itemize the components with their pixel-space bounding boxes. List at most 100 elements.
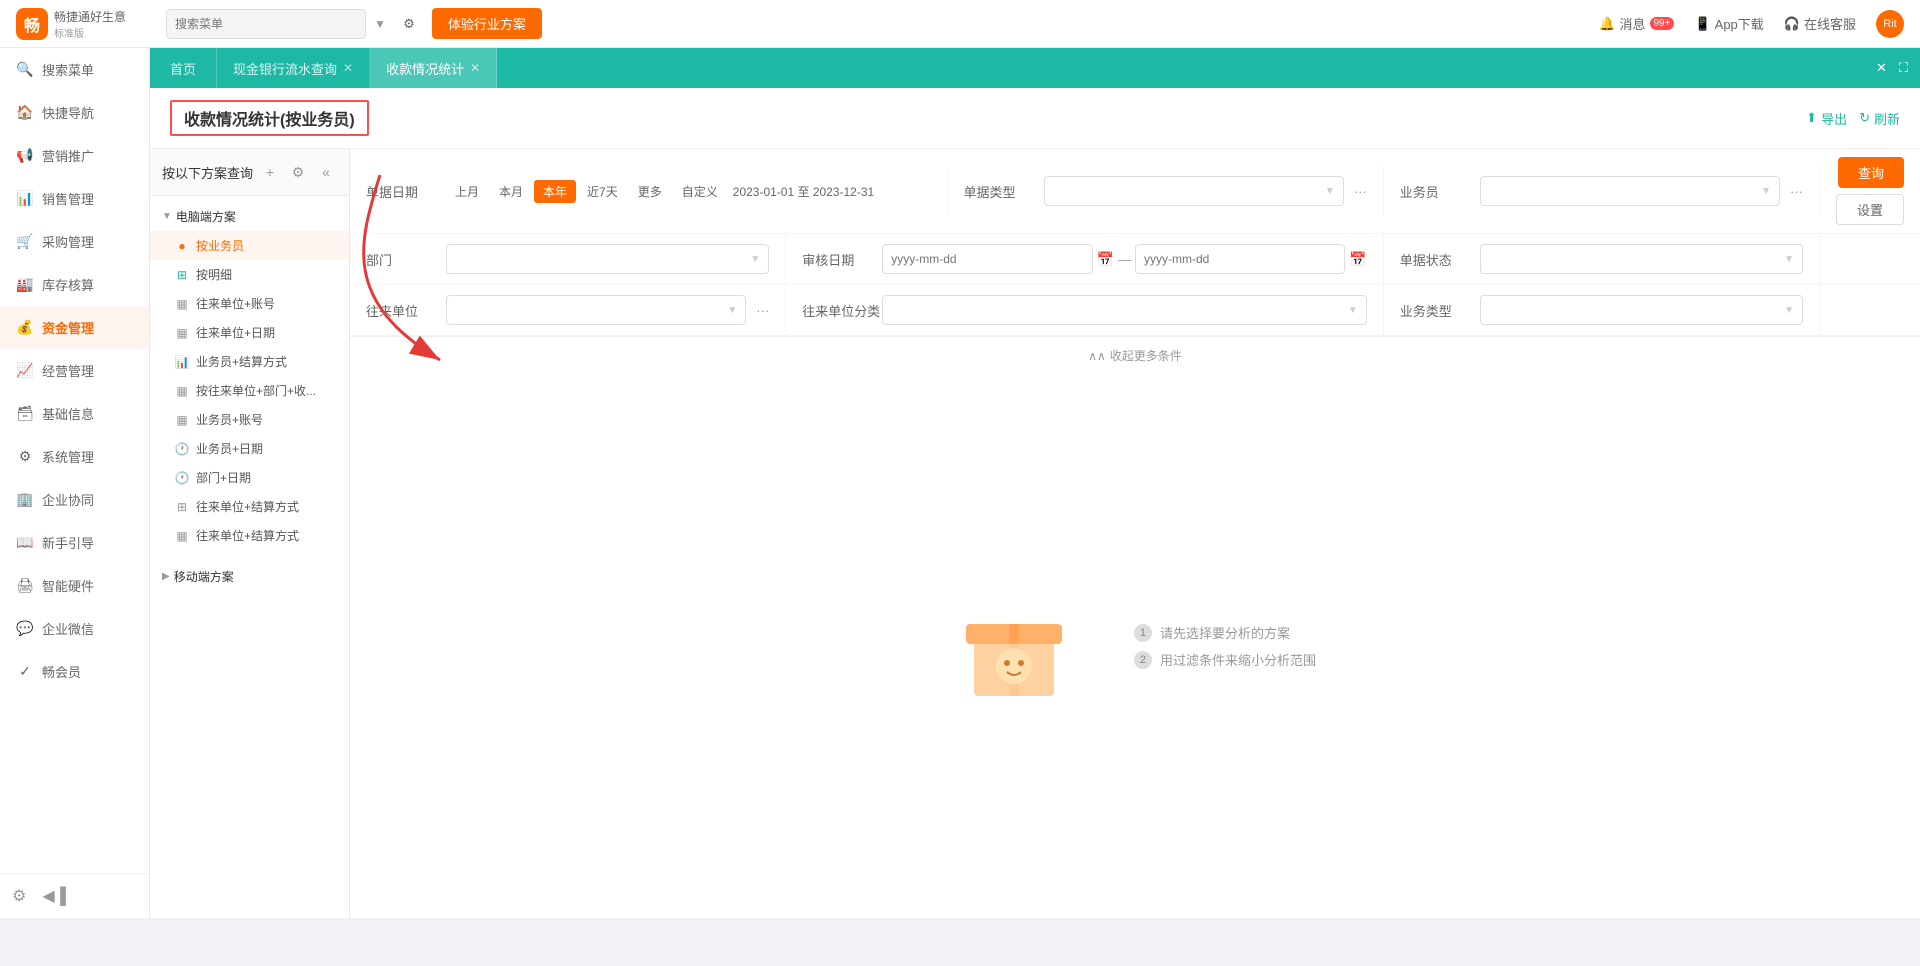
hint-item-2: 2 用过滤条件来缩小分析范围	[1134, 650, 1316, 669]
tab-close-all-icon[interactable]: ✕	[1876, 60, 1887, 76]
sidebar-sales-label: 销售管理	[42, 189, 94, 208]
doc-status-select[interactable]: ▼	[1480, 244, 1803, 274]
scheme-mobile-group-header[interactable]: ▶ 移动端方案	[150, 562, 349, 591]
tab-bank-flow-close[interactable]: ✕	[343, 61, 353, 75]
doctype-select[interactable]: ▼	[1044, 176, 1344, 206]
sidebar-item-enterprise[interactable]: 🏢 企业协同	[0, 478, 149, 521]
scheme-item-dept-date[interactable]: 🕐 部门+日期	[150, 463, 349, 492]
date-tab-7days[interactable]: 近7天	[578, 180, 627, 203]
collapse-sidebar-icon[interactable]: ◀▐	[42, 886, 66, 906]
empty-content: 1 请先选择要分析的方案 2 用过滤条件来缩小分析范围	[954, 586, 1316, 706]
scheme-pc-group-header[interactable]: ▼ 电脑端方案	[150, 202, 349, 231]
refresh-icon: ↻	[1859, 110, 1870, 126]
sidebar-basic-label: 基础信息	[42, 404, 94, 423]
sidebar-item-member[interactable]: ✓ 畅会员	[0, 650, 149, 693]
audit-date-to-input[interactable]	[1135, 244, 1345, 274]
scheme-salesman-account-label: 业务员+账号	[196, 411, 263, 428]
search-input[interactable]	[166, 9, 366, 39]
scheme-item-salesman[interactable]: ● 按业务员	[150, 231, 349, 260]
sidebar-item-operations[interactable]: 📈 经营管理	[0, 349, 149, 392]
counterpart-cat-select[interactable]: ▼	[882, 295, 1367, 325]
scheme-collapse-button[interactable]: «	[315, 161, 337, 183]
sidebar-item-quicknav[interactable]: 🏠 快捷导航	[0, 91, 149, 134]
page-actions: ⬆ 导出 ↻ 刷新	[1806, 109, 1900, 128]
mobile-group-arrow: ▶	[162, 571, 170, 582]
audit-date-from-input[interactable]	[882, 244, 1092, 274]
service-icon: 🎧	[1784, 16, 1800, 32]
scheme-item-unit-date[interactable]: ▦ 往来单位+日期	[150, 318, 349, 347]
date-tab-lastmonth[interactable]: 上月	[446, 180, 488, 203]
biz-type-value: ▼	[1480, 295, 1803, 325]
audit-date-value: 📅 — 📅	[882, 244, 1367, 274]
scheme-item-salesman-date[interactable]: 🕐 业务员+日期	[150, 434, 349, 463]
online-service-button[interactable]: 🎧 在线客服	[1784, 14, 1856, 33]
sidebar-item-sales[interactable]: 📊 销售管理	[0, 177, 149, 220]
scheme-salesman-settle-icon: 📊	[174, 354, 190, 370]
scheme-detail-label: 按明细	[196, 266, 232, 283]
date-tab-thisyear[interactable]: 本年	[534, 180, 576, 203]
scheme-item-salesman-settle[interactable]: 📊 业务员+结算方式	[150, 347, 349, 376]
filter-cell-audit-date: 审核日期 📅 — 📅	[786, 234, 1384, 284]
tab-bank-flow[interactable]: 现金银行流水查询 ✕	[217, 48, 370, 88]
scheme-settings-button[interactable]: ⚙	[287, 161, 309, 183]
sidebar-item-hardware[interactable]: 🖨 智能硬件	[0, 564, 149, 607]
biz-type-select[interactable]: ▼	[1480, 295, 1803, 325]
scheme-item-unit-settle1[interactable]: ⊞ 往来单位+结算方式	[150, 492, 349, 521]
hint-number-2: 2	[1134, 651, 1152, 669]
settings-bottom-icon[interactable]: ⚙	[12, 886, 26, 906]
sidebar-item-wechat[interactable]: 💬 企业微信	[0, 607, 149, 650]
audit-date-to-icon[interactable]: 📅	[1349, 251, 1366, 268]
query-button[interactable]: 查询	[1838, 157, 1904, 188]
operations-icon: 📈	[16, 362, 34, 380]
sidebar-item-finance[interactable]: 💰 资金管理	[0, 306, 149, 349]
scheme-item-unit-dept[interactable]: ▦ 按往来单位+部门+收...	[150, 376, 349, 405]
filter-cell-biz-type: 业务类型 ▼	[1384, 285, 1820, 335]
sidebar-item-search[interactable]: 🔍 搜索菜单	[0, 48, 149, 91]
scheme-actions: + ⚙ «	[259, 161, 337, 183]
scheme-item-unit-settle2[interactable]: ▦ 往来单位+结算方式	[150, 521, 349, 550]
refresh-button[interactable]: ↻ 刷新	[1859, 109, 1900, 128]
scheme-item-detail[interactable]: ⊞ 按明细	[150, 260, 349, 289]
counterpart-select[interactable]: ▼	[446, 295, 746, 325]
scheme-item-salesman-account[interactable]: ▦ 业务员+账号	[150, 405, 349, 434]
doctype-more-icon[interactable]: ···	[1354, 184, 1367, 199]
export-button[interactable]: ⬆ 导出	[1806, 109, 1847, 128]
sidebar-item-basic[interactable]: 🗃 基础信息	[0, 392, 149, 435]
salesman-more-icon[interactable]: ···	[1790, 184, 1803, 199]
filter-settings-button[interactable]: 设置	[1836, 194, 1904, 225]
doctype-value: ▼ ···	[1044, 176, 1367, 206]
filter-cell-doc-status: 单据状态 ▼	[1384, 234, 1820, 284]
sidebar-item-inventory[interactable]: 🏭 库存核算	[0, 263, 149, 306]
collapse-bar[interactable]: ∧∧ 收起更多条件	[350, 336, 1920, 374]
online-service-label: 在线客服	[1804, 14, 1856, 33]
sidebar-item-guide[interactable]: 📖 新手引导	[0, 521, 149, 564]
messages-button[interactable]: 🔔 消息 99+	[1599, 14, 1674, 33]
date-tab-custom[interactable]: 自定义	[673, 180, 727, 203]
salesman-select[interactable]: ▼	[1480, 176, 1780, 206]
tab-collection-close[interactable]: ✕	[470, 61, 480, 75]
sidebar-item-marketing[interactable]: 📢 营销推广	[0, 134, 149, 177]
sidebar-member-label: 畅会员	[42, 662, 81, 681]
app-download-button[interactable]: 📱 App下载	[1694, 14, 1763, 33]
add-scheme-button[interactable]: +	[259, 161, 281, 183]
sidebar-item-purchase[interactable]: 🛒 采购管理	[0, 220, 149, 263]
settings-icon[interactable]: ⚙	[394, 9, 424, 39]
tab-maximize-icon[interactable]: ⛶	[1899, 60, 1908, 76]
date-tab-thismonth[interactable]: 本月	[490, 180, 532, 203]
counterpart-more-icon[interactable]: ···	[756, 303, 769, 318]
dept-chevron-icon: ▼	[750, 254, 760, 265]
counterpart-chevron-icon: ▼	[727, 305, 737, 316]
user-avatar[interactable]: Rit	[1876, 10, 1904, 38]
sidebar-operations-label: 经营管理	[42, 361, 94, 380]
dept-select[interactable]: ▼	[446, 244, 769, 274]
filter-cell-counterpart: 往来单位 ▼ ···	[350, 285, 786, 335]
sidebar-item-system[interactable]: ⚙ 系统管理	[0, 435, 149, 478]
search-dropdown-icon[interactable]: ▼	[374, 17, 386, 31]
date-tab-more[interactable]: 更多	[629, 180, 671, 203]
tab-home[interactable]: 首页	[150, 48, 217, 88]
trial-button[interactable]: 体验行业方案	[432, 8, 542, 39]
scheme-title: 按以下方案查询	[162, 163, 253, 182]
tab-collection[interactable]: 收款情况统计 ✕	[370, 48, 497, 88]
scheme-item-unit-account[interactable]: ▦ 往来单位+账号	[150, 289, 349, 318]
audit-date-from-icon[interactable]: 📅	[1097, 251, 1114, 268]
